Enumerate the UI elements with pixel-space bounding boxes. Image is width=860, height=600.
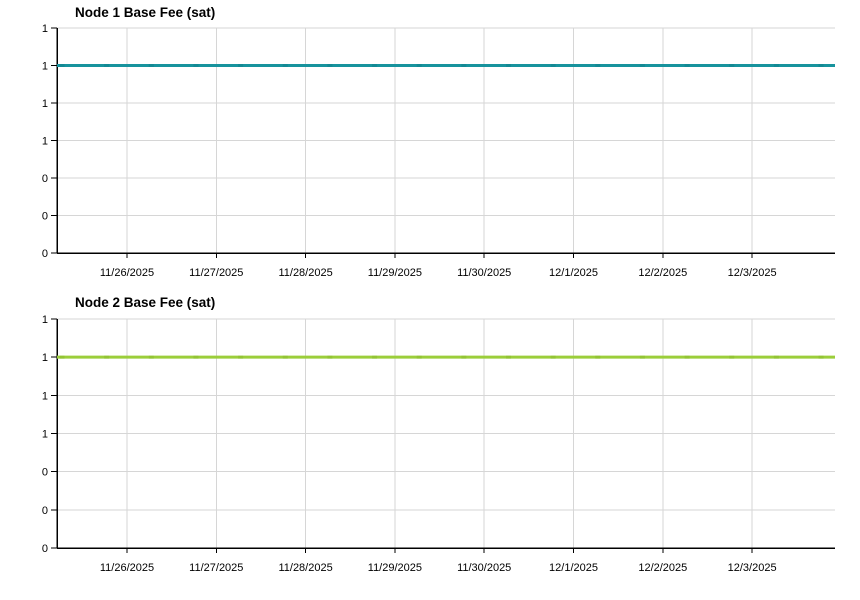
data-point-marker — [595, 64, 601, 67]
y-tick-label: 1 — [42, 390, 48, 402]
x-tick-label: 11/30/2025 — [457, 267, 511, 279]
data-point-marker — [818, 355, 824, 359]
x-tick-label: 11/29/2025 — [368, 562, 422, 574]
data-point-marker — [773, 64, 779, 67]
data-point-marker — [729, 355, 735, 359]
x-tick-label: 12/3/2025 — [728, 267, 777, 279]
x-tick-label: 12/2/2025 — [638, 562, 687, 574]
x-tick-label: 11/26/2025 — [100, 267, 154, 279]
data-point-marker — [461, 355, 467, 359]
data-point-marker — [595, 355, 601, 359]
x-tick-label: 12/1/2025 — [549, 562, 598, 574]
node1-chart-title: Node 1 Base Fee (sat) — [75, 5, 216, 20]
data-point-marker — [506, 64, 511, 67]
data-point-marker — [550, 64, 556, 67]
x-tick-label: 11/28/2025 — [278, 562, 332, 574]
y-tick-label: 1 — [42, 429, 48, 441]
x-tick-label: 11/27/2025 — [189, 562, 243, 574]
data-point-marker — [104, 355, 110, 359]
data-point-marker — [729, 64, 735, 67]
x-tick-label: 12/3/2025 — [728, 562, 777, 574]
node1-base-fee-chart: Node 1 Base Fee (sat) 1 1 1 1 0 0 0 11/26/2025 1… — [0, 0, 860, 290]
y-tick-label: 1 — [42, 314, 48, 326]
y-tick-label: 0 — [42, 467, 48, 479]
x-tick-label: 12/2/2025 — [638, 267, 687, 279]
data-point-marker — [818, 64, 824, 67]
data-point-marker — [193, 64, 199, 67]
y-tick-label: 0 — [42, 505, 48, 517]
data-point-marker — [639, 355, 645, 359]
data-point-marker — [550, 355, 556, 359]
data-point-marker — [684, 355, 690, 359]
y-tick-label: 1 — [42, 136, 48, 148]
data-point-marker — [506, 355, 511, 359]
data-point-marker — [148, 355, 154, 359]
data-point-marker — [639, 64, 645, 67]
y-tick-label: 1 — [42, 352, 48, 364]
data-point-marker — [461, 64, 467, 67]
data-point-marker — [238, 355, 244, 359]
data-point-marker — [282, 64, 288, 67]
node2-chart-title: Node 2 Base Fee (sat) — [75, 295, 216, 310]
x-tick-label: 11/29/2025 — [368, 267, 422, 279]
y-tick-label: 1 — [42, 23, 48, 35]
data-point-marker — [104, 64, 110, 67]
data-point-marker — [372, 355, 378, 359]
data-point-marker — [59, 355, 65, 359]
node2-base-fee-chart: Node 2 Base Fee (sat) 1 1 1 1 0 0 0 11/26/2025 1… — [0, 290, 860, 600]
x-tick-label: 11/30/2025 — [457, 562, 511, 574]
x-tick-label: 12/1/2025 — [549, 267, 598, 279]
node2-base-fee-plot: 1 1 1 1 0 0 0 11/26/2025 11/27/2025 11/28/2025 11/… — [42, 314, 835, 574]
node1-base-fee-plot: 1 1 1 1 0 0 0 11/26/2025 11/27/2025 11/28/2025 11/… — [42, 23, 835, 279]
data-point-marker — [416, 355, 422, 359]
data-point-marker — [416, 64, 422, 67]
y-tick-label: 0 — [42, 248, 48, 260]
data-point-marker — [193, 355, 199, 359]
y-tick-label: 1 — [42, 98, 48, 110]
y-tick-label: 1 — [42, 61, 48, 73]
x-tick-label: 11/26/2025 — [100, 562, 154, 574]
data-point-marker — [282, 355, 288, 359]
data-point-marker — [684, 64, 690, 67]
y-tick-label: 0 — [42, 543, 48, 555]
y-tick-label: 0 — [42, 211, 48, 223]
x-tick-label: 11/27/2025 — [189, 267, 243, 279]
data-point-marker — [327, 64, 333, 67]
data-point-marker — [327, 355, 333, 359]
data-point-marker — [773, 355, 779, 359]
data-point-marker — [372, 64, 378, 67]
data-point-marker — [59, 64, 65, 67]
x-tick-label: 11/28/2025 — [278, 267, 332, 279]
data-point-marker — [238, 64, 244, 67]
y-tick-label: 0 — [42, 173, 48, 185]
data-point-marker — [148, 64, 154, 67]
